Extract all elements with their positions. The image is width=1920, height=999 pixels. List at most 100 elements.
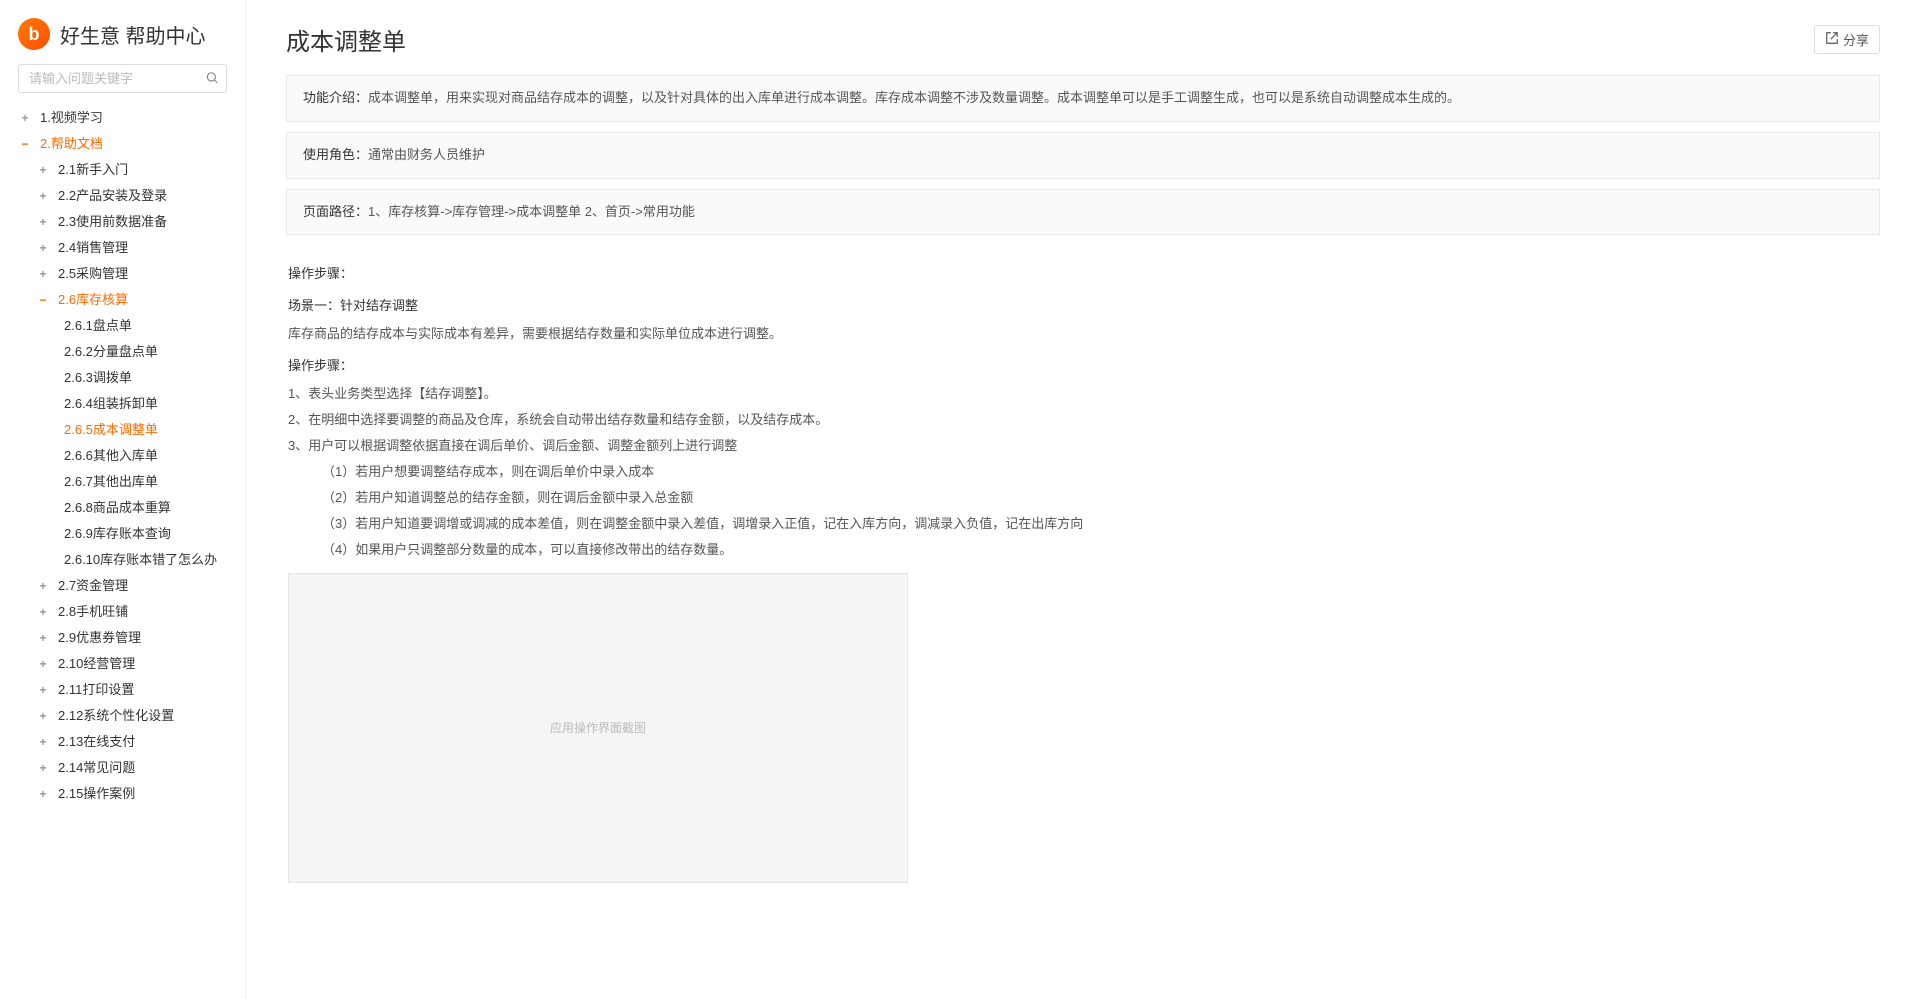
nav-item-2-6-8[interactable]: 2.6.8商品成本重算 bbox=[0, 495, 245, 521]
expand-icon bbox=[18, 105, 32, 131]
nav-label: 2.5采购管理 bbox=[58, 261, 128, 287]
nav-item-2-6-1[interactable]: 2.6.1盘点单 bbox=[0, 313, 245, 339]
nav-item-2-6-7[interactable]: 2.6.7其他出库单 bbox=[0, 469, 245, 495]
nav-label: 2.10经营管理 bbox=[58, 651, 135, 677]
expand-icon bbox=[36, 703, 50, 729]
nav-tree: 1.视频学习 2.帮助文档 2.1新手入门 2.2产品安装及登录 2.3使用前数… bbox=[0, 105, 245, 807]
nav-item-2-6-9[interactable]: 2.6.9库存账本查询 bbox=[0, 521, 245, 547]
sidebar: b 好生意 帮助中心 1.视频学习 2.帮助文档 2.1新手入门 2.2产品安装… bbox=[0, 0, 246, 999]
expand-icon bbox=[36, 235, 50, 261]
nav-item-2-7[interactable]: 2.7资金管理 bbox=[0, 573, 245, 599]
intro-box: 功能介绍：成本调整单，用来实现对商品结存成本的调整，以及针对具体的出入库单进行成… bbox=[286, 75, 1880, 122]
nav-item-videos[interactable]: 1.视频学习 bbox=[0, 105, 245, 131]
expand-icon bbox=[36, 729, 50, 755]
nav-item-2-15[interactable]: 2.15操作案例 bbox=[0, 781, 245, 807]
nav-item-2-3[interactable]: 2.3使用前数据准备 bbox=[0, 209, 245, 235]
brand-logo-icon: b bbox=[18, 18, 50, 50]
path-text: 1、库存核算->库存管理->成本调整单 2、首页->常用功能 bbox=[368, 204, 695, 219]
nav-item-2-6-10[interactable]: 2.6.10库存账本错了怎么办 bbox=[0, 547, 245, 573]
nav-label: 2.6.1盘点单 bbox=[64, 318, 132, 333]
substeps: （1）若用户想要调整结存成本，则在调后单价中录入成本 （2）若用户知道调整总的结… bbox=[288, 459, 1878, 563]
steps-header: 操作步骤： bbox=[288, 261, 1878, 287]
nav-label: 2.14常见问题 bbox=[58, 755, 135, 781]
nav-item-2-6-2[interactable]: 2.6.2分量盘点单 bbox=[0, 339, 245, 365]
nav-item-2-2[interactable]: 2.2产品安装及登录 bbox=[0, 183, 245, 209]
nav-item-2-12[interactable]: 2.12系统个性化设置 bbox=[0, 703, 245, 729]
nav-item-docs[interactable]: 2.帮助文档 bbox=[0, 131, 245, 157]
nav-label: 2.6.5成本调整单 bbox=[64, 422, 158, 437]
nav-label: 2.6.3调拨单 bbox=[64, 370, 132, 385]
role-box: 使用角色：通常由财务人员维护 bbox=[286, 132, 1880, 179]
nav-label: 2.13在线支付 bbox=[58, 729, 135, 755]
nav-item-2-9[interactable]: 2.9优惠券管理 bbox=[0, 625, 245, 651]
steps-header-2: 操作步骤： bbox=[288, 353, 1878, 379]
page-title: 成本调整单 bbox=[286, 22, 406, 57]
ordered-steps: 1、表头业务类型选择【结存调整】。 2、在明细中选择要调整的商品及仓库，系统会自… bbox=[288, 381, 1878, 563]
expand-icon bbox=[36, 183, 50, 209]
substep-3: （3）若用户知道要调增或调减的成本差值，则在调整金额中录入差值，调增录入正值，记… bbox=[322, 511, 1878, 537]
expand-icon bbox=[36, 651, 50, 677]
nav-label: 2.6.10库存账本错了怎么办 bbox=[64, 552, 217, 567]
substep-2: （2）若用户知道调整总的结存金额，则在调后金额中录入总金额 bbox=[322, 485, 1878, 511]
nav-label: 2.4销售管理 bbox=[58, 235, 128, 261]
scene1-desc: 库存商品的结存成本与实际成本有差异，需要根据结存数量和实际单位成本进行调整。 bbox=[288, 321, 1878, 347]
nav-label: 2.1新手入门 bbox=[58, 157, 128, 183]
nav-label: 2.7资金管理 bbox=[58, 573, 128, 599]
role-label: 使用角色： bbox=[303, 147, 368, 162]
nav-label: 2.11打印设置 bbox=[58, 677, 134, 703]
intro-text: 成本调整单，用来实现对商品结存成本的调整，以及针对具体的出入库单进行成本调整。库… bbox=[368, 90, 1460, 105]
nav-label: 2.帮助文档 bbox=[40, 131, 103, 157]
search-box bbox=[18, 64, 227, 93]
search-icon[interactable] bbox=[205, 70, 219, 87]
nav-label: 2.6库存核算 bbox=[58, 287, 128, 313]
nav-item-2-6-3[interactable]: 2.6.3调拨单 bbox=[0, 365, 245, 391]
embedded-screenshot: 应用操作界面截图 bbox=[288, 573, 908, 883]
scene1-title: 场景一：针对结存调整 bbox=[288, 293, 1878, 319]
nav-item-2-5[interactable]: 2.5采购管理 bbox=[0, 261, 245, 287]
content-body: 操作步骤： 场景一：针对结存调整 库存商品的结存成本与实际成本有差异，需要根据结… bbox=[286, 245, 1880, 893]
expand-icon bbox=[36, 625, 50, 651]
nav-label: 2.8手机旺铺 bbox=[58, 599, 128, 625]
nav-label: 2.15操作案例 bbox=[58, 781, 135, 807]
share-button-label: 分享 bbox=[1843, 30, 1869, 49]
intro-label: 功能介绍： bbox=[303, 90, 368, 105]
expand-icon bbox=[36, 781, 50, 807]
collapse-icon bbox=[18, 131, 32, 157]
expand-icon bbox=[36, 573, 50, 599]
nav-item-2-4[interactable]: 2.4销售管理 bbox=[0, 235, 245, 261]
nav-label: 2.6.8商品成本重算 bbox=[64, 500, 171, 515]
expand-icon bbox=[36, 209, 50, 235]
nav-label: 2.6.7其他出库单 bbox=[64, 474, 158, 489]
nav-item-2-14[interactable]: 2.14常见问题 bbox=[0, 755, 245, 781]
expand-icon bbox=[36, 755, 50, 781]
nav-label: 2.9优惠券管理 bbox=[58, 625, 141, 651]
nav-label: 2.6.4组装拆卸单 bbox=[64, 396, 158, 411]
nav-item-2-6-4[interactable]: 2.6.4组装拆卸单 bbox=[0, 391, 245, 417]
brand: b 好生意 帮助中心 bbox=[0, 18, 245, 64]
nav-label: 2.6.9库存账本查询 bbox=[64, 526, 171, 541]
brand-title: 好生意 帮助中心 bbox=[60, 20, 206, 49]
nav-item-2-6-5[interactable]: 2.6.5成本调整单 bbox=[0, 417, 245, 443]
nav-item-2-13[interactable]: 2.13在线支付 bbox=[0, 729, 245, 755]
collapse-icon bbox=[36, 287, 50, 313]
path-box: 页面路径：1、库存核算->库存管理->成本调整单 2、首页->常用功能 bbox=[286, 189, 1880, 236]
share-button[interactable]: 分享 bbox=[1814, 25, 1880, 54]
path-label: 页面路径： bbox=[303, 204, 368, 219]
nav-item-2-6[interactable]: 2.6库存核算 bbox=[0, 287, 245, 313]
step-3: 3、用户可以根据调整依据直接在调后单价、调后金额、调整金额列上进行调整 bbox=[288, 433, 1878, 459]
substep-1: （1）若用户想要调整结存成本，则在调后单价中录入成本 bbox=[322, 459, 1878, 485]
step-2: 2、在明细中选择要调整的商品及仓库，系统会自动带出结存数量和结存金额，以及结存成… bbox=[288, 407, 1878, 433]
nav-item-2-10[interactable]: 2.10经营管理 bbox=[0, 651, 245, 677]
nav-item-2-11[interactable]: 2.11打印设置 bbox=[0, 677, 245, 703]
main-content: 成本调整单 分享 功能介绍：成本调整单，用来实现对商品结存成本的调整，以及针对具… bbox=[246, 0, 1920, 999]
nav-label: 2.6.6其他入库单 bbox=[64, 448, 158, 463]
expand-icon bbox=[36, 261, 50, 287]
nav-item-2-1[interactable]: 2.1新手入门 bbox=[0, 157, 245, 183]
nav-label: 2.12系统个性化设置 bbox=[58, 703, 174, 729]
share-icon bbox=[1825, 31, 1839, 48]
search-input[interactable] bbox=[18, 64, 227, 93]
expand-icon bbox=[36, 677, 50, 703]
nav-label: 2.2产品安装及登录 bbox=[58, 183, 167, 209]
nav-item-2-6-6[interactable]: 2.6.6其他入库单 bbox=[0, 443, 245, 469]
nav-item-2-8[interactable]: 2.8手机旺铺 bbox=[0, 599, 245, 625]
